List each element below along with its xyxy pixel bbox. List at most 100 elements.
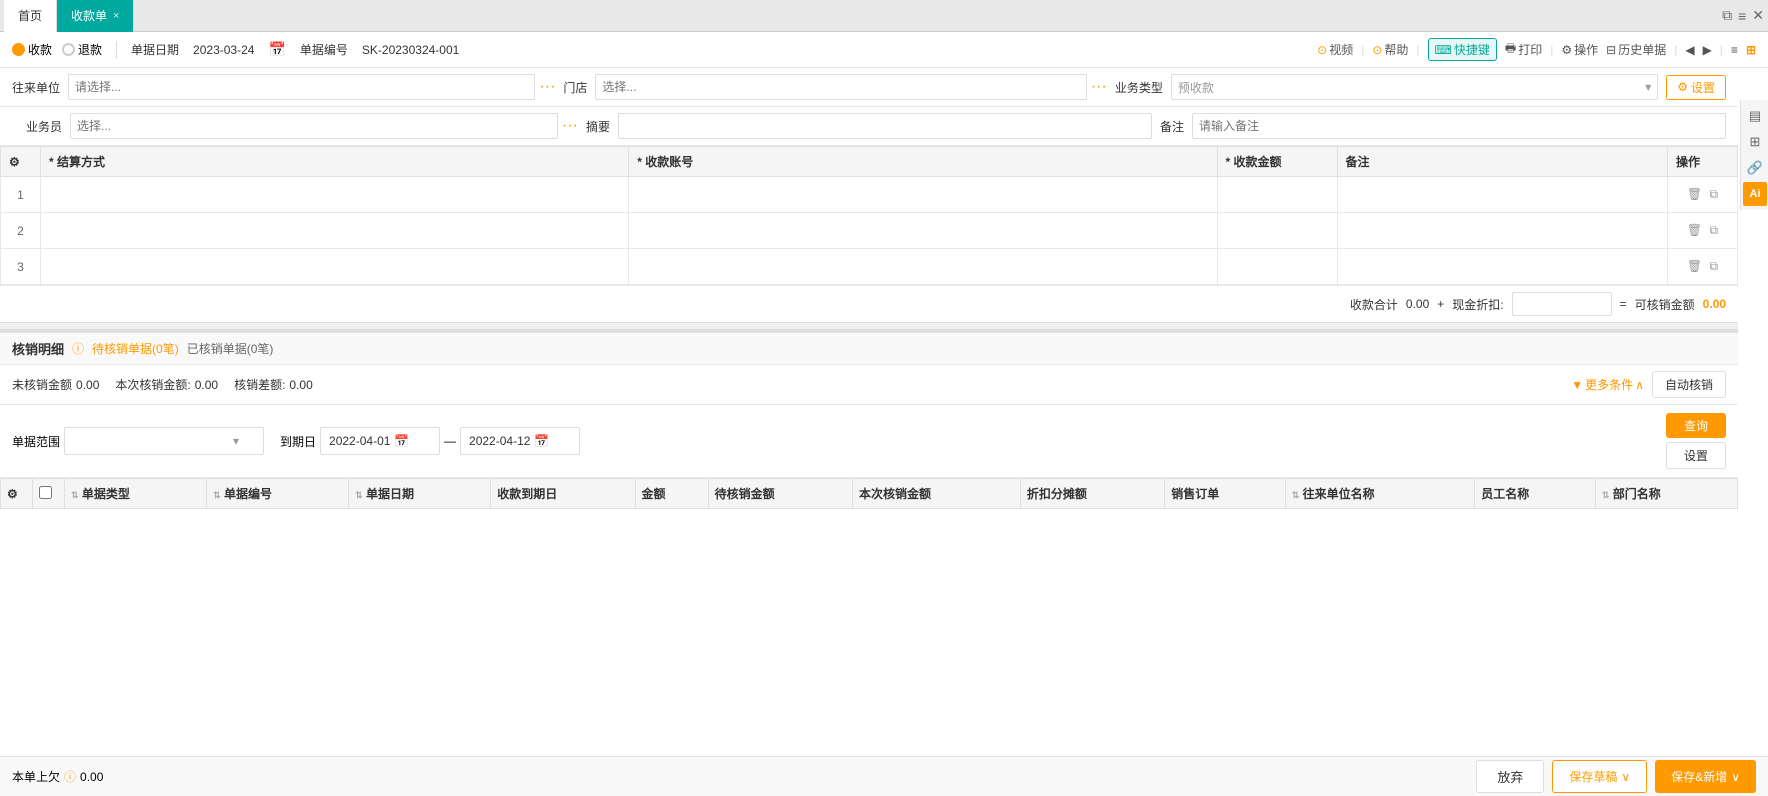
row-settle-1[interactable] — [41, 177, 629, 213]
save-new-button[interactable]: 保存&新增 ∨ — [1655, 760, 1756, 793]
filter-right: 查询 设置 — [1666, 413, 1726, 469]
pending-tab[interactable]: 待核销单据(0笔) — [92, 340, 179, 357]
sidebar-table-icon[interactable]: ▤ — [1743, 104, 1767, 128]
history-btn[interactable]: ⊟ 历史单据 — [1606, 41, 1666, 58]
sidebar-ai-icon[interactable]: Ai — [1743, 182, 1767, 206]
footer-left: 本单上欠 ⓘ 0.00 — [12, 768, 103, 785]
operation-btn[interactable]: ⚙ 操作 — [1561, 41, 1598, 58]
save-draft-button[interactable]: 保存草稿 ∨ — [1552, 760, 1647, 793]
sidebar-grid-icon[interactable]: ⊞ — [1743, 130, 1767, 154]
calendar-to-icon[interactable]: 📅 — [534, 434, 549, 448]
sort-date-icon[interactable]: ⇅ — [355, 490, 363, 500]
query-button[interactable]: 查询 — [1666, 413, 1726, 438]
calendar-icon[interactable]: 📅 — [268, 41, 285, 58]
delete-row-2-icon[interactable]: 🗑 — [1687, 223, 1702, 237]
business-type-select[interactable]: 预收款 ▾ — [1171, 74, 1658, 100]
auto-reconcile-button[interactable]: 自动核销 — [1652, 371, 1726, 398]
bottom-col-checkbox[interactable] — [33, 479, 65, 509]
shop-input[interactable] — [595, 74, 1086, 100]
notes-input[interactable] — [1192, 113, 1726, 139]
calendar-from-icon[interactable]: 📅 — [394, 434, 409, 448]
footer-info-icon[interactable]: ⓘ — [64, 768, 76, 785]
radio-refund-dot — [62, 43, 75, 56]
close-window-icon[interactable]: ✕ — [1752, 7, 1764, 24]
row-account-2[interactable] — [629, 213, 1217, 249]
table-row: 1 🗑 ⧉ — [1, 177, 1738, 213]
date-from-input[interactable]: 2022-04-01 📅 — [320, 427, 440, 455]
date-filter: 到期日 2022-04-01 📅 — 2022-04-12 📅 — [280, 427, 580, 455]
tab-close-icon[interactable]: × — [113, 10, 119, 22]
col-settings-header[interactable]: ⚙ — [1, 147, 41, 177]
row-notes-3[interactable] — [1337, 249, 1667, 285]
tab-receipt[interactable]: 收款单 × — [57, 0, 133, 32]
bottom-col-settings[interactable]: ⚙ — [1, 479, 33, 509]
radio-receipt-dot — [12, 43, 25, 56]
col-actions-header: 操作 — [1668, 147, 1738, 177]
print-btn[interactable]: 🖶 打印 — [1505, 39, 1542, 60]
reconcile-info-icon[interactable]: ⓘ — [72, 340, 84, 357]
salesperson-input[interactable] — [70, 113, 558, 139]
radio-refund[interactable]: 退款 — [62, 41, 102, 58]
settings-button[interactable]: ⚙ 设置 — [1666, 75, 1726, 100]
prev-btn[interactable]: ◀ — [1685, 43, 1694, 57]
done-tab[interactable]: 已核销单据(0笔) — [187, 340, 274, 357]
date-to-input[interactable]: 2022-04-12 📅 — [460, 427, 580, 455]
more-conditions-arrow: ∧ — [1635, 378, 1644, 392]
main-area: 收款 退款 单据日期 2023-03-24 📅 单据编号 SK-20230324… — [0, 32, 1768, 796]
history-icon: ⊟ — [1606, 43, 1616, 57]
more-conditions-btn[interactable]: ▼ 更多条件 ∧ — [1571, 376, 1644, 393]
date-separator: — — [444, 434, 456, 448]
row-settle-3[interactable] — [41, 249, 629, 285]
date-value: 2023-03-24 — [193, 43, 254, 57]
bottom-col-type: ⇅ 单据类型 — [65, 479, 207, 509]
sort-number-icon[interactable]: ⇅ — [213, 490, 221, 500]
right-sidebar: ▤ ⊞ 🔗 Ai — [1740, 100, 1768, 210]
radio-receipt[interactable]: 收款 — [12, 41, 52, 58]
layout-icon[interactable]: ≡ — [1738, 8, 1746, 24]
sort-type-icon[interactable]: ⇅ — [71, 490, 79, 500]
number-value: SK-20230324-001 — [362, 43, 459, 57]
tab-bar-controls: ⧉ ≡ ✕ — [1722, 7, 1764, 24]
tab-home[interactable]: 首页 — [4, 0, 57, 32]
filter-settings-button[interactable]: 设置 — [1666, 442, 1726, 469]
list-view-btn[interactable]: ≡ — [1731, 43, 1738, 57]
row-account-3[interactable] — [629, 249, 1217, 285]
shop-more-icon[interactable]: ··· — [1091, 78, 1107, 96]
salesperson-more-icon[interactable]: ··· — [562, 117, 578, 135]
sort-dept-icon[interactable]: ⇅ — [1602, 490, 1610, 500]
next-btn[interactable]: ▶ — [1703, 43, 1712, 57]
delete-row-1-icon[interactable]: 🗑 — [1687, 187, 1702, 201]
abandon-button[interactable]: 放弃 — [1476, 760, 1544, 793]
sidebar-link-icon[interactable]: 🔗 — [1743, 156, 1767, 180]
restore-window-icon[interactable]: ⧉ — [1722, 7, 1732, 24]
row-amount-1[interactable] — [1217, 177, 1337, 213]
copy-row-2-icon[interactable]: ⧉ — [1710, 223, 1719, 237]
select-all-checkbox[interactable] — [39, 486, 52, 499]
help-btn[interactable]: ⊙ 帮助 — [1372, 41, 1408, 58]
print-label: 打印 — [1518, 41, 1542, 58]
row-amount-2[interactable] — [1217, 213, 1337, 249]
tab-bar: 首页 收款单 × ⧉ ≡ ✕ — [0, 0, 1768, 32]
grid-view-btn[interactable]: ⊞ — [1746, 43, 1756, 57]
net-label: 可核销金额 — [1635, 296, 1695, 313]
copy-row-1-icon[interactable]: ⧉ — [1710, 187, 1719, 201]
range-select[interactable]: ▾ — [64, 427, 264, 455]
shortcut-btn[interactable]: ⌨ 快捷键 — [1428, 38, 1497, 61]
row-notes-2[interactable] — [1337, 213, 1667, 249]
copy-row-3-icon[interactable]: ⧉ — [1710, 259, 1719, 273]
row-account-1[interactable] — [629, 177, 1217, 213]
video-btn[interactable]: ⊙ 视频 — [1317, 41, 1353, 58]
row-settle-2[interactable] — [41, 213, 629, 249]
discount-input[interactable] — [1512, 292, 1612, 316]
row-notes-1[interactable] — [1337, 177, 1667, 213]
partner-input[interactable] — [68, 74, 535, 100]
sort-partner-icon[interactable]: ⇅ — [1292, 490, 1300, 500]
row-actions-2: 🗑 ⧉ — [1668, 213, 1738, 249]
salesperson-field: 业务员 ··· — [12, 113, 578, 139]
print-icon: 🖶 — [1505, 39, 1516, 60]
current-label: 本次核销金额: — [115, 376, 190, 393]
row-amount-3[interactable] — [1217, 249, 1337, 285]
partner-more-icon[interactable]: ··· — [539, 78, 555, 96]
delete-row-3-icon[interactable]: 🗑 — [1687, 259, 1702, 273]
summary-input[interactable] — [618, 113, 1152, 139]
